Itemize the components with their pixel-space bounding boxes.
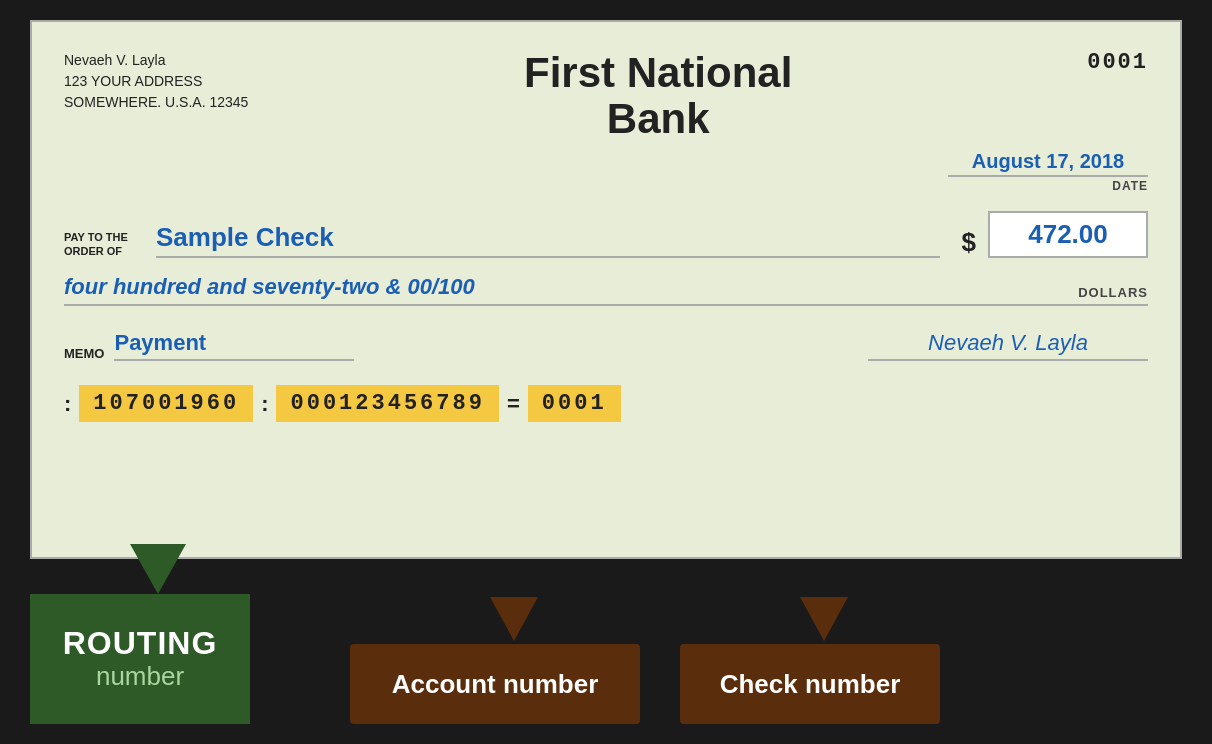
micr-routing: 107001960: [79, 385, 253, 422]
micr-check-number: 0001: [528, 385, 621, 422]
written-amount: four hundred and seventy-two & 00/100: [64, 274, 475, 300]
owner-address: Nevaeh V. Layla 123 YOUR ADDRESS SOMEWHE…: [64, 50, 248, 113]
micr-equals-symbol: =: [507, 391, 520, 417]
memo-line: Payment: [114, 330, 354, 361]
memo-section: MEMO Payment: [64, 330, 354, 361]
account-arrow: [490, 597, 538, 641]
payee-line: Sample Check: [156, 222, 940, 258]
routing-arrow: [130, 544, 186, 594]
written-amount-row: four hundred and seventy-two & 00/100 DO…: [64, 274, 1148, 306]
date-value: August 17, 2018: [948, 150, 1148, 177]
dollar-sign: $: [962, 227, 976, 258]
memo-label: MEMO: [64, 346, 104, 361]
owner-address-line2: SOMEWHERE. U.S.A. 12345: [64, 92, 248, 113]
signature-value: Nevaeh V. Layla: [928, 330, 1088, 355]
account-number-label: Account number: [350, 644, 640, 724]
check-number-top: 0001: [1068, 50, 1148, 75]
pay-to-row: PAY TO THEORDER OF Sample Check $ 472.00: [64, 211, 1148, 258]
memo-value: Payment: [114, 330, 206, 355]
check-number-label: Check number: [680, 644, 940, 724]
bank-name: First National Bank: [268, 50, 1048, 142]
signature-line: Nevaeh V. Layla: [868, 330, 1148, 361]
micr-close-symbol: :: [261, 391, 268, 417]
amount-box: 472.00: [988, 211, 1148, 258]
micr-open-symbol: :: [64, 391, 71, 417]
routing-label-subtext: number: [96, 661, 184, 692]
check-arrow: [800, 597, 848, 641]
micr-row: : 107001960 : 000123456789 = 0001: [64, 385, 1148, 422]
owner-name: Nevaeh V. Layla: [64, 50, 248, 71]
routing-label: ROUTING number: [30, 594, 250, 724]
date-row: August 17, 2018 DATE: [64, 150, 1148, 193]
owner-address-line1: 123 YOUR ADDRESS: [64, 71, 248, 92]
memo-sig-row: MEMO Payment Nevaeh V. Layla: [64, 330, 1148, 361]
date-label: DATE: [1112, 179, 1148, 193]
payee-name: Sample Check: [156, 222, 334, 252]
amount-value: 472.00: [1028, 219, 1108, 249]
pay-to-label: PAY TO THEORDER OF: [64, 230, 144, 259]
check: Nevaeh V. Layla 123 YOUR ADDRESS SOMEWHE…: [30, 20, 1182, 559]
routing-label-text: ROUTING: [63, 626, 218, 661]
dollars-label: DOLLARS: [1078, 285, 1148, 300]
micr-account: 000123456789: [276, 385, 498, 422]
